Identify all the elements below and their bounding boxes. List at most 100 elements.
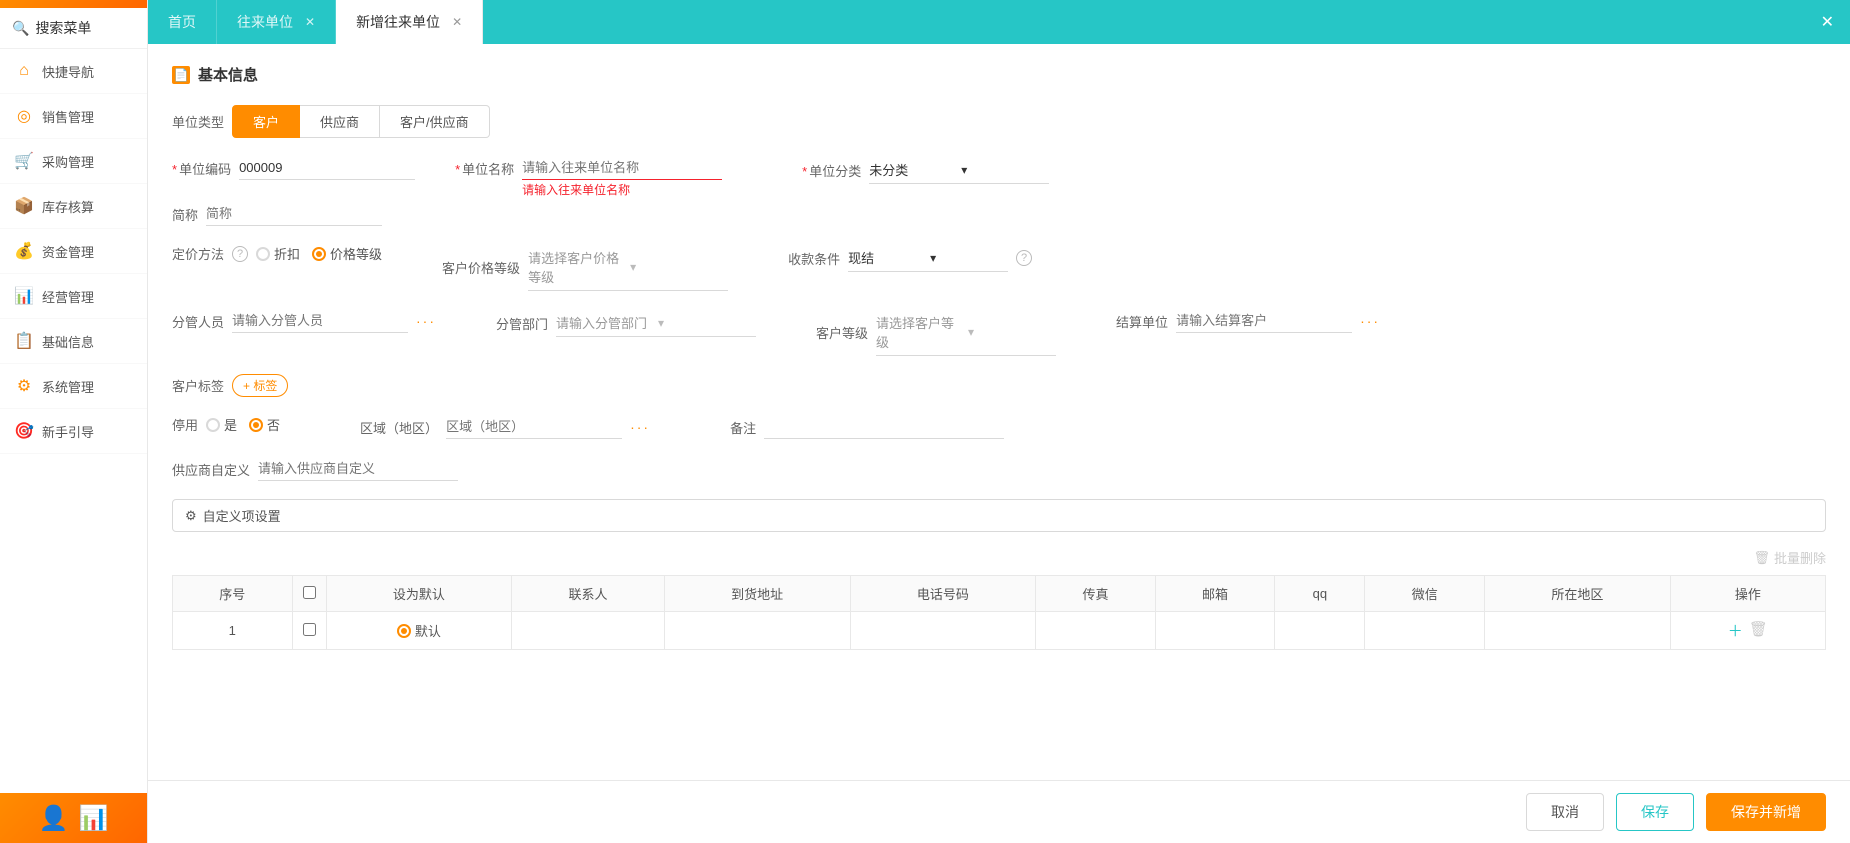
unit-code-label: 单位编码 — [172, 159, 231, 178]
save-button[interactable]: 保存 — [1616, 793, 1694, 831]
disabled-label: 停用 — [172, 415, 198, 434]
radio-price-level[interactable]: 价格等级 — [312, 244, 382, 263]
tag-add-button[interactable]: + 标签 — [232, 374, 288, 397]
customer-price-level-field: 客户价格等级 请选择客户价格等级 ▾ — [442, 244, 728, 291]
main-area: 首页 往来单位 ✕ 新增往来单位 ✕ ✕ 📄 基本信息 单位类型 客户 供应商 … — [148, 0, 1850, 843]
customer-price-level-placeholder: 请选择客户价格等级 — [528, 248, 626, 286]
sidebar-item-finance[interactable]: 💰 资金管理 — [0, 229, 147, 274]
sidebar-item-system[interactable]: ⚙ 系统管理 — [0, 364, 147, 409]
radio-price-level-label: 价格等级 — [330, 244, 382, 263]
radio-discount[interactable]: 折扣 — [256, 244, 300, 263]
sidebar-item-quick-nav[interactable]: ⌂ 快捷导航 — [0, 49, 147, 94]
sidebar-label-purchase: 采购管理 — [42, 152, 94, 171]
col-fax: 传真 — [1036, 576, 1156, 612]
unit-category-arrow-icon: ▾ — [961, 163, 1049, 177]
custom-settings-gear-icon: ⚙ — [185, 508, 197, 524]
sidebar-item-purchase[interactable]: 🛒 采购管理 — [0, 139, 147, 184]
unit-name-field: 单位名称 请输入往来单位名称 — [455, 156, 722, 180]
row-delete-btn[interactable]: 🗑 — [1749, 620, 1768, 641]
col-action: 操作 — [1670, 576, 1825, 612]
form-content: 📄 基本信息 单位类型 客户 供应商 客户/供应商 单位编码 单位名称 — [148, 44, 1850, 780]
row-add-btn[interactable]: ＋ — [1728, 620, 1743, 641]
type-btn-customer[interactable]: 客户 — [232, 105, 300, 138]
payment-terms-arrow-icon: ▾ — [930, 251, 1008, 265]
unit-code-input[interactable] — [239, 156, 415, 180]
short-name-input[interactable] — [206, 202, 382, 226]
operations-icon: 📊 — [14, 286, 34, 306]
basic-info-icon: 📋 — [14, 331, 34, 351]
sidebar-label-sales: 销售管理 — [42, 107, 94, 126]
supplier-custom-label: 供应商自定义 — [172, 460, 250, 479]
tab-partner[interactable]: 往来单位 ✕ — [217, 0, 336, 44]
sales-icon: ◎ — [14, 106, 34, 126]
sidebar-item-inventory[interactable]: 📦 库存核算 — [0, 184, 147, 229]
radio-disabled-yes[interactable]: 是 — [206, 415, 237, 434]
sidebar-item-sales[interactable]: ◎ 销售管理 — [0, 94, 147, 139]
row-fax — [1036, 612, 1156, 650]
sidebar-item-guide[interactable]: 🎯 新手引导 — [0, 409, 147, 454]
tab-bar-close-all[interactable]: ✕ — [1805, 12, 1850, 32]
type-btn-supplier[interactable]: 供应商 — [300, 105, 380, 138]
department-select[interactable]: 请输入分管部门 ▾ — [556, 309, 756, 337]
region-label: 区域（地区） — [360, 418, 438, 437]
tab-bar: 首页 往来单位 ✕ 新增往来单位 ✕ ✕ — [148, 0, 1850, 44]
col-seq: 序号 — [173, 576, 293, 612]
row-default-radio[interactable]: 默认 — [337, 621, 502, 640]
row-seq: 1 — [173, 612, 293, 650]
pricing-help-icon[interactable]: ? — [232, 246, 248, 262]
payment-terms-select[interactable]: 现结 ▾ — [848, 244, 1008, 272]
region-more-icon[interactable]: ··· — [630, 419, 650, 435]
sidebar-top-bar — [0, 0, 147, 8]
department-label: 分管部门 — [496, 314, 548, 333]
sidebar-item-basic-info[interactable]: 📋 基础信息 — [0, 319, 147, 364]
remark-input[interactable] — [764, 415, 1004, 439]
cancel-button[interactable]: 取消 — [1526, 793, 1604, 831]
sidebar-bottom: 👤 📊 — [0, 793, 147, 843]
payment-terms-label: 收款条件 — [788, 249, 840, 268]
batch-delete-label[interactable]: 批量删除 — [1774, 548, 1826, 567]
customer-tag-field: 客户标签 + 标签 — [172, 374, 288, 397]
region-input[interactable] — [446, 415, 622, 439]
supplier-custom-input[interactable] — [258, 457, 458, 481]
row-actions: ＋ 🗑 — [1670, 612, 1825, 650]
payment-terms-help-icon[interactable]: ? — [1016, 250, 1032, 266]
radio-disabled-no[interactable]: 否 — [249, 415, 280, 434]
customer-tag-label: 客户标签 — [172, 376, 224, 395]
search-icon: 🔍 — [12, 20, 29, 37]
short-name-field: 简称 — [172, 202, 382, 226]
manager-input[interactable] — [232, 309, 408, 333]
tab-new-partner-close[interactable]: ✕ — [452, 15, 462, 29]
custom-settings-button[interactable]: ⚙ 自定义项设置 — [172, 499, 1826, 532]
batch-delete-icon: 🗑 — [1753, 550, 1770, 566]
remark-field: 备注 — [730, 415, 1004, 439]
tab-partner-close[interactable]: ✕ — [305, 15, 315, 29]
pricing-row: 定价方法 ? 折扣 价格等级 客户价格等级 请选择客户价格等级 — [172, 244, 1826, 291]
manager-more-icon[interactable]: ··· — [416, 313, 436, 329]
customer-level-label: 客户等级 — [816, 323, 868, 342]
unit-category-select[interactable]: 未分类 ▾ — [869, 156, 1049, 184]
row-qq — [1275, 612, 1365, 650]
tab-home[interactable]: 首页 — [148, 0, 217, 44]
type-btn-both[interactable]: 客户/供应商 — [380, 105, 490, 138]
unit-name-error: 请输入往来单位名称 — [522, 181, 630, 198]
unit-name-label: 单位名称 — [455, 159, 514, 178]
row-select-checkbox[interactable] — [303, 623, 316, 636]
search-menu-item[interactable]: 🔍 搜索菜单 — [0, 8, 147, 49]
settlement-more-icon[interactable]: ··· — [1360, 313, 1380, 329]
unit-name-wrapper: 请输入往来单位名称 — [522, 156, 722, 180]
save-new-button[interactable]: 保存并新增 — [1706, 793, 1826, 831]
unit-category-field: 单位分类 未分类 ▾ — [802, 156, 1049, 184]
sidebar-item-operations[interactable]: 📊 经营管理 — [0, 274, 147, 319]
unit-type-buttons: 客户 供应商 客户/供应商 — [232, 105, 490, 138]
batch-delete-area: 🗑 批量删除 — [172, 548, 1826, 567]
customer-tag-row: 客户标签 + 标签 — [172, 374, 1826, 397]
col-region: 所在地区 — [1485, 576, 1671, 612]
settlement-unit-input[interactable] — [1176, 309, 1352, 333]
unit-name-input[interactable] — [522, 156, 722, 180]
radio-no-label: 否 — [267, 415, 280, 434]
customer-level-select[interactable]: 请选择客户等级 ▾ — [876, 309, 1056, 356]
customer-price-level-select[interactable]: 请选择客户价格等级 ▾ — [528, 244, 728, 291]
tab-new-partner[interactable]: 新增往来单位 ✕ — [336, 0, 483, 44]
select-all-checkbox[interactable] — [303, 586, 316, 599]
payment-terms-field: 收款条件 现结 ▾ ? — [788, 244, 1032, 272]
